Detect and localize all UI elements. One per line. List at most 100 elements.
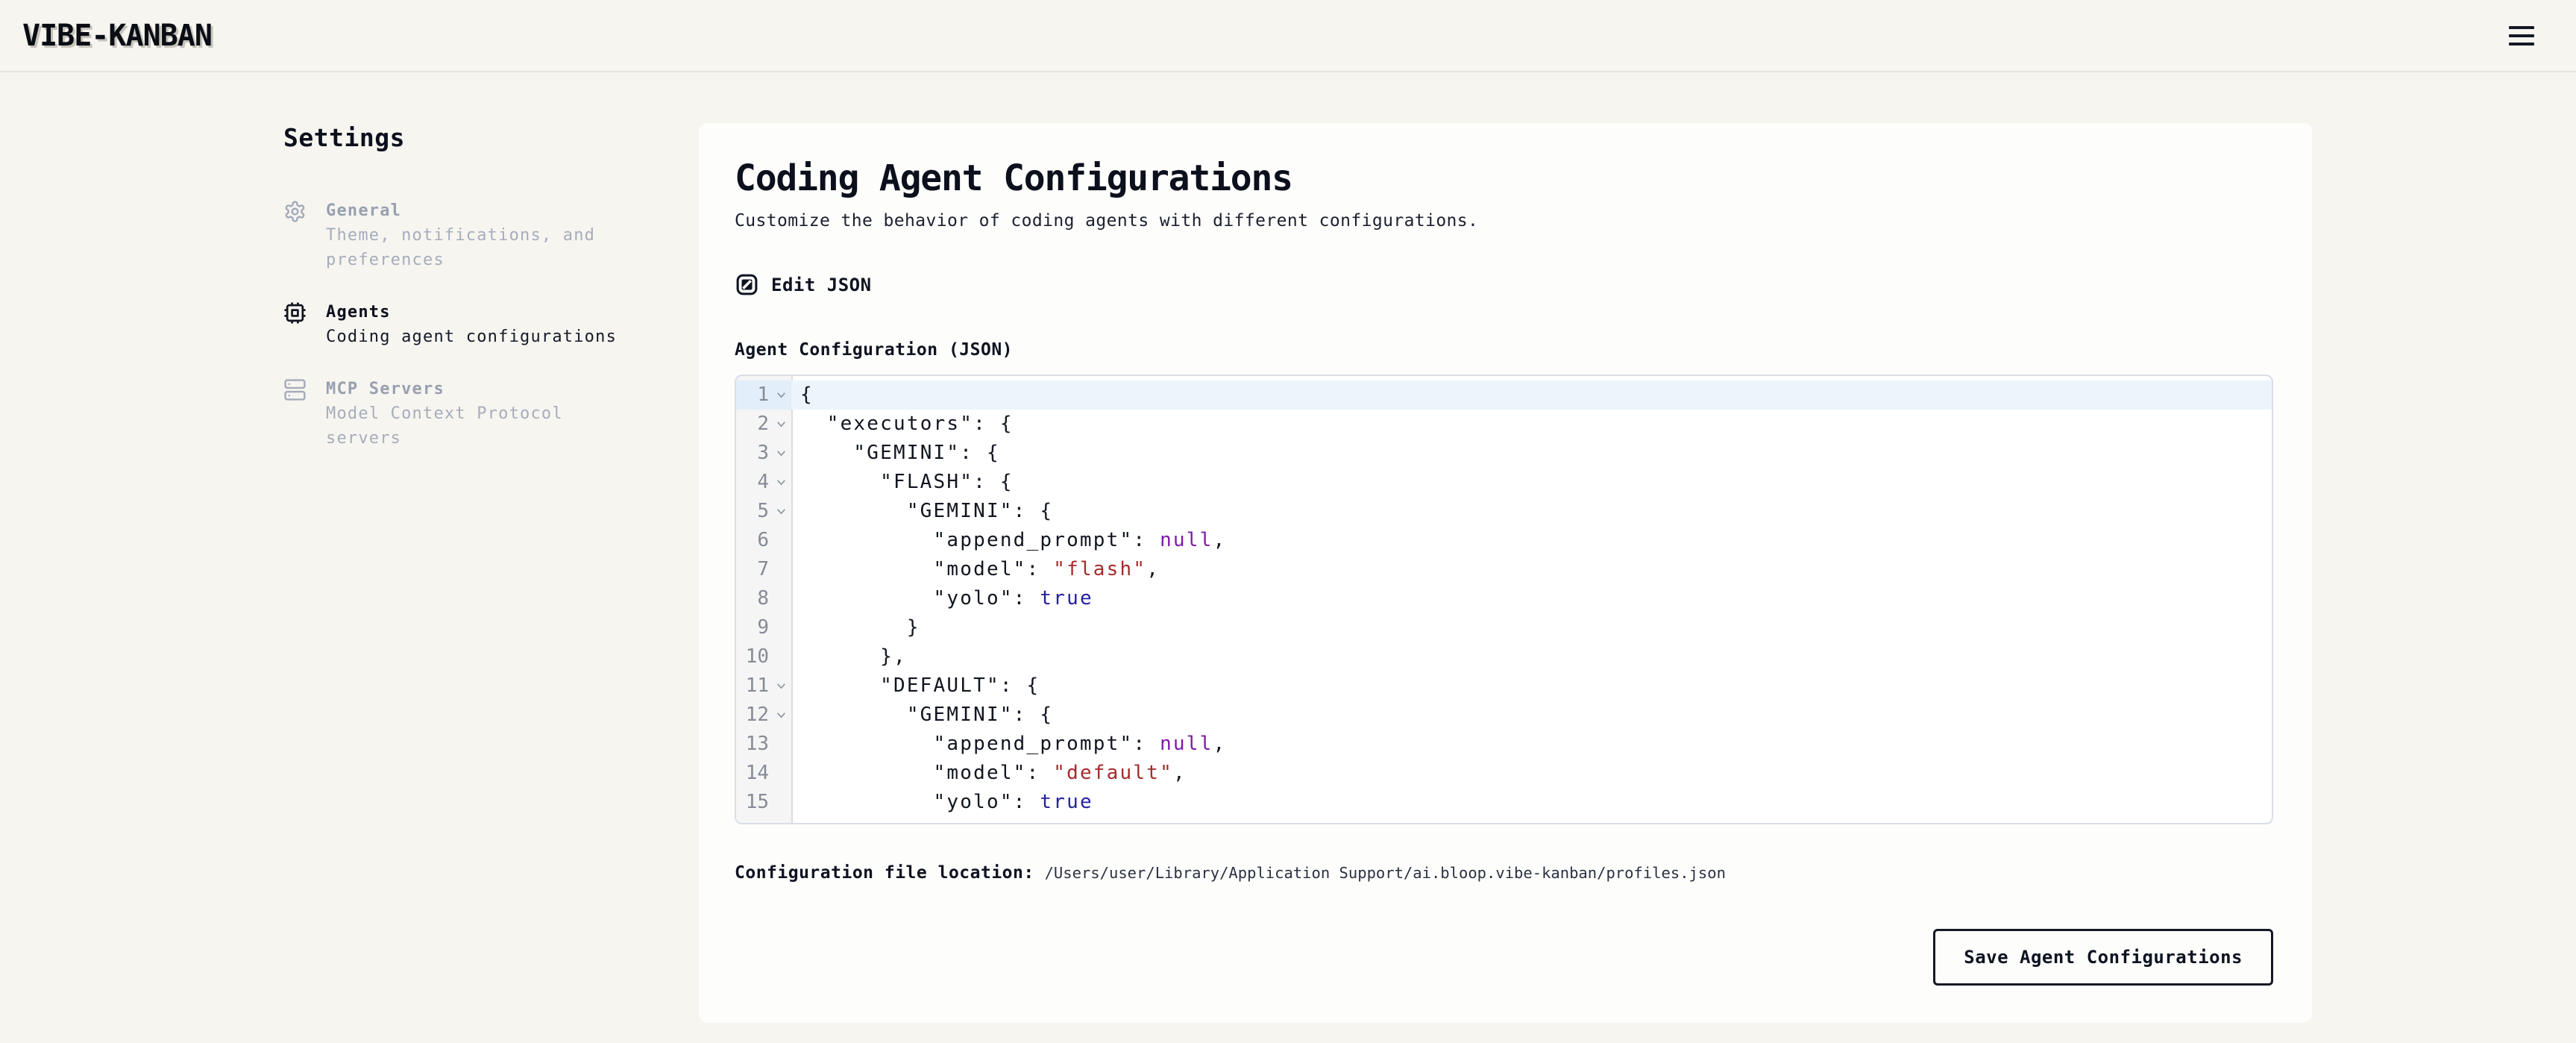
file-location-label: Configuration file location: xyxy=(735,863,1034,883)
editor-gutter: 14 xyxy=(736,759,791,788)
editor-line: 13 "append_prompt": null, xyxy=(736,730,2272,759)
save-agent-configurations-button[interactable]: Save Agent Configurations xyxy=(1933,929,2273,986)
editor-line: 10 }, xyxy=(736,642,2272,671)
code-line[interactable]: "FLASH": { xyxy=(791,468,2272,497)
editor-gutter: 15 xyxy=(736,788,791,817)
line-number: 3 xyxy=(757,442,769,464)
line-number: 2 xyxy=(757,413,769,435)
line-number: 9 xyxy=(757,616,769,639)
sidebar-item-description: Theme, notifications, and preferences xyxy=(326,226,596,269)
line-number: 4 xyxy=(757,471,769,493)
gear-icon xyxy=(283,200,307,223)
editor-gutter: 5 xyxy=(736,497,791,526)
line-number: 7 xyxy=(757,558,769,580)
editor-line: 6 "append_prompt": null, xyxy=(736,526,2272,555)
line-number: 8 xyxy=(757,587,769,610)
editor-line: 5 "GEMINI": { xyxy=(736,497,2272,526)
settings-sidebar: Settings General Theme, notifications, an… xyxy=(283,123,649,478)
editor-line: 14 "model": "default", xyxy=(736,759,2272,788)
editor-gutter: 2 xyxy=(736,410,791,439)
editor-gutter: 10 xyxy=(736,642,791,671)
fold-chevron-icon[interactable] xyxy=(770,410,791,439)
fold-chevron-icon[interactable] xyxy=(770,701,791,730)
sidebar-title: Settings xyxy=(283,123,405,152)
editor-line: 9 } xyxy=(736,613,2272,642)
line-number: 10 xyxy=(745,645,769,668)
sidebar-item-label: Agents xyxy=(326,303,391,322)
code-line[interactable]: "append_prompt": null, xyxy=(791,526,2272,555)
app-header: VIBE-KANBAN xyxy=(0,0,2576,72)
line-number: 13 xyxy=(745,733,769,755)
code-line[interactable]: { xyxy=(791,380,2272,410)
page-subtitle: Customize the behavior of coding agents … xyxy=(735,211,1479,231)
edit-json-label: Edit JSON xyxy=(771,274,872,295)
settings-layout: Settings General Theme, notifications, an… xyxy=(0,72,2576,1023)
sidebar-item-general[interactable]: General Theme, notifications, and prefere… xyxy=(283,198,649,272)
code-line[interactable]: "GEMINI": { xyxy=(791,439,2272,468)
code-line[interactable]: "GEMINI": { xyxy=(791,497,2272,526)
file-location-path: /Users/user/Library/Application Support/… xyxy=(1044,864,1726,882)
line-number: 6 xyxy=(757,529,769,551)
sidebar-nav: General Theme, notifications, and prefere… xyxy=(283,198,649,451)
code-line[interactable]: } xyxy=(791,613,2272,642)
editor-gutter: 8 xyxy=(736,584,791,613)
code-line[interactable]: "yolo": true xyxy=(791,584,2272,613)
file-location: Configuration file location: /Users/user… xyxy=(735,863,2273,883)
editor-line: 2 "executors": { xyxy=(736,410,2272,439)
app-logo[interactable]: VIBE-KANBAN xyxy=(22,19,213,53)
fold-chevron-icon[interactable] xyxy=(770,380,791,410)
sidebar-item-mcp-servers[interactable]: MCP Servers Model Context Protocol server… xyxy=(283,377,649,451)
line-number: 12 xyxy=(745,704,769,726)
editor-gutter: 1 xyxy=(736,380,791,410)
sidebar-item-agents[interactable]: Agents Coding agent configurations xyxy=(283,300,649,349)
code-line[interactable]: "DEFAULT": { xyxy=(791,671,2272,701)
editor-line: 3 "GEMINI": { xyxy=(736,439,2272,468)
editor-line: 7 "model": "flash", xyxy=(736,555,2272,584)
server-icon xyxy=(283,378,307,401)
sidebar-item-label: General xyxy=(326,201,402,220)
line-number: 15 xyxy=(745,791,769,813)
hamburger-menu-icon[interactable] xyxy=(2504,22,2539,50)
editor-gutter: 13 xyxy=(736,730,791,759)
settings-card: Coding Agent Configurations Customize th… xyxy=(699,123,2312,1023)
line-number: 5 xyxy=(757,500,769,522)
editor-gutter: 7 xyxy=(736,555,791,584)
edit-json-toggle[interactable]: Edit JSON xyxy=(735,272,872,297)
editor-line: 12 "GEMINI": { xyxy=(736,701,2272,730)
editor-line: 1{ xyxy=(736,380,2272,410)
line-number: 14 xyxy=(745,762,769,784)
code-line[interactable]: "model": "default", xyxy=(791,759,2272,788)
editor-gutter: 9 xyxy=(736,613,791,642)
code-line[interactable]: "yolo": true xyxy=(791,788,2272,817)
code-line[interactable]: "executors": { xyxy=(791,410,2272,439)
sidebar-item-description: Model Context Protocol servers xyxy=(326,404,563,448)
json-editor[interactable]: 1{2 "executors": {3 "GEMINI": {4 "FLASH"… xyxy=(735,375,2273,824)
fold-chevron-icon[interactable] xyxy=(770,468,791,497)
code-line[interactable]: "GEMINI": { xyxy=(791,701,2272,730)
fold-chevron-icon[interactable] xyxy=(770,439,791,468)
page-title: Coding Agent Configurations xyxy=(735,157,1293,199)
card-actions: Save Agent Configurations xyxy=(735,929,2273,986)
editor-line: 4 "FLASH": { xyxy=(736,468,2272,497)
editor-gutter: 11 xyxy=(736,671,791,701)
code-line[interactable]: }, xyxy=(791,642,2272,671)
code-line[interactable]: "model": "flash", xyxy=(791,555,2272,584)
editor-gutter: 6 xyxy=(736,526,791,555)
editor-line: 8 "yolo": true xyxy=(736,584,2272,613)
editor-line: 11 "DEFAULT": { xyxy=(736,671,2272,701)
cpu-icon xyxy=(283,301,307,325)
fold-chevron-icon[interactable] xyxy=(770,671,791,701)
sidebar-item-description: Coding agent configurations xyxy=(326,328,618,346)
line-number: 11 xyxy=(745,674,769,697)
editor-gutter: 3 xyxy=(736,439,791,468)
sidebar-item-label: MCP Servers xyxy=(326,380,444,398)
code-line[interactable]: "append_prompt": null, xyxy=(791,730,2272,759)
editor-gutter: 4 xyxy=(736,468,791,497)
fold-chevron-icon[interactable] xyxy=(770,497,791,526)
editor-gutter: 12 xyxy=(736,701,791,730)
